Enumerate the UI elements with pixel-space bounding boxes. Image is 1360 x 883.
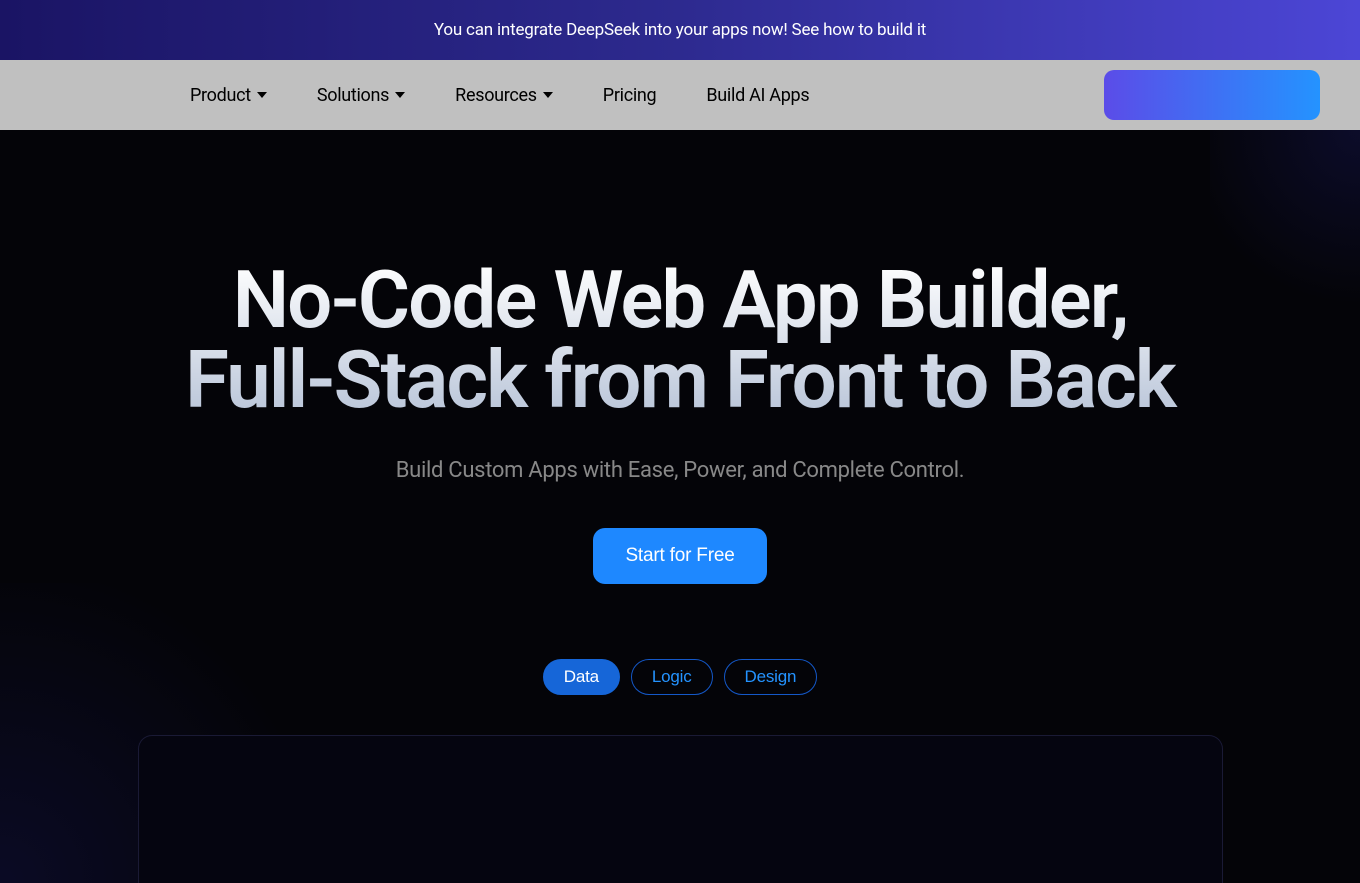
- preview-panel: [138, 735, 1223, 883]
- tab-design[interactable]: Design: [724, 659, 818, 695]
- nav-item-product[interactable]: Product: [190, 85, 267, 106]
- nav-cta-button[interactable]: [1104, 70, 1320, 120]
- feature-tabs: Data Logic Design: [40, 659, 1320, 695]
- chevron-down-icon: [257, 92, 267, 98]
- nav-label: Resources: [455, 85, 537, 106]
- chevron-down-icon: [543, 92, 553, 98]
- tab-data[interactable]: Data: [543, 659, 620, 695]
- nav-label: Solutions: [317, 85, 389, 106]
- tab-logic[interactable]: Logic: [631, 659, 713, 695]
- nav-item-pricing[interactable]: Pricing: [603, 85, 657, 106]
- nav-item-resources[interactable]: Resources: [455, 85, 553, 106]
- nav-items: Product Solutions Resources Pricing Buil…: [190, 85, 809, 106]
- nav-label: Pricing: [603, 85, 657, 106]
- announcement-bar: You can integrate DeepSeek into your app…: [0, 0, 1360, 60]
- hero-section: No-Code Web App Builder, Full-Stack from…: [0, 130, 1360, 883]
- nav-item-build-ai-apps[interactable]: Build AI Apps: [706, 85, 809, 106]
- nav-bar: Product Solutions Resources Pricing Buil…: [0, 60, 1360, 130]
- nav-label: Product: [190, 85, 251, 106]
- nav-item-solutions[interactable]: Solutions: [317, 85, 405, 106]
- hero-title: No-Code Web App Builder, Full-Stack from…: [40, 260, 1320, 420]
- hero-subtitle: Build Custom Apps with Ease, Power, and …: [40, 458, 1320, 483]
- chevron-down-icon: [395, 92, 405, 98]
- hero-title-line-2: Full-Stack from Front to Back: [185, 333, 1175, 427]
- nav-label: Build AI Apps: [706, 85, 809, 106]
- start-for-free-button[interactable]: Start for Free: [593, 528, 766, 584]
- announcement-link[interactable]: You can integrate DeepSeek into your app…: [434, 20, 926, 40]
